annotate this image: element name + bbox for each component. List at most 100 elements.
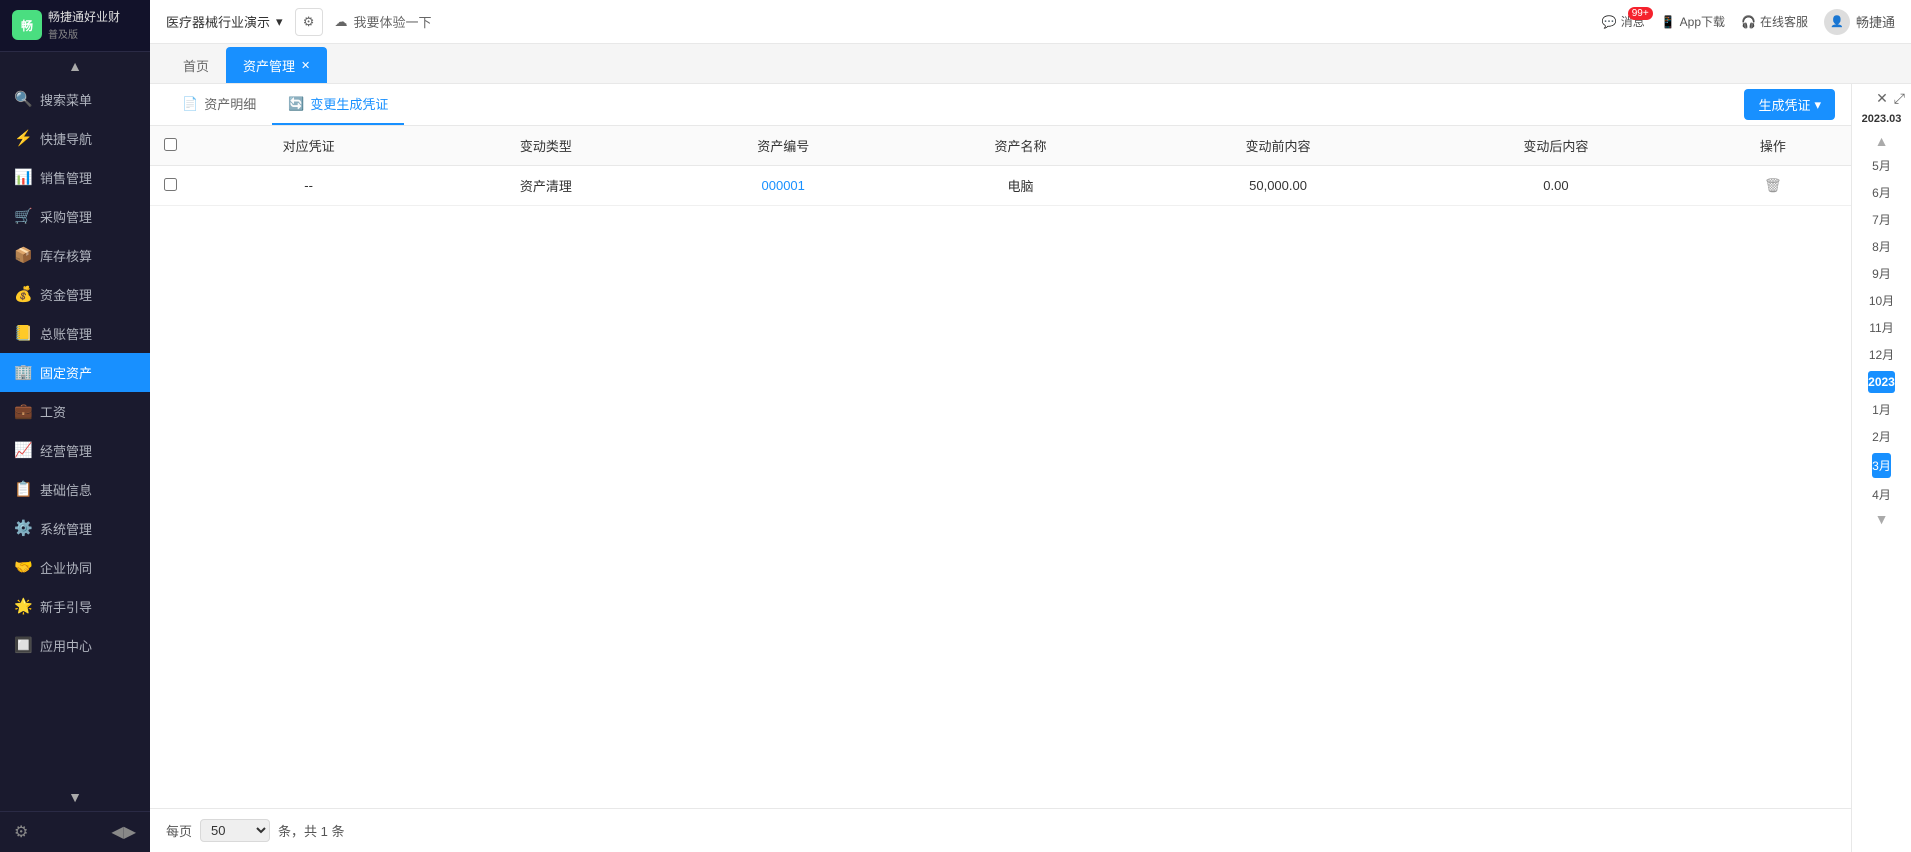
app-icon: 📱 <box>1661 15 1676 29</box>
row-checkbox-cell <box>150 166 190 206</box>
sidebar-item-salary[interactable]: 💼 工资 <box>0 392 150 431</box>
message-button[interactable]: 💬 消息 99+ <box>1602 13 1645 30</box>
fixed-assets-icon: 🏢 <box>14 363 32 381</box>
calendar-year: 2023.03 <box>1862 109 1902 129</box>
row-checkbox[interactable] <box>164 178 177 191</box>
inventory-icon: 📦 <box>14 246 32 264</box>
sub-tab-bar: 📄 资产明细 🔄 变更生成凭证 生成凭证 ▾ <box>150 84 1851 126</box>
month-9[interactable]: 9月 <box>1852 261 1911 286</box>
quicknav-icon: ⚡ <box>14 129 32 147</box>
cell-before-change: 50,000.00 <box>1139 166 1417 206</box>
sidebar: 畅 畅捷通好业财 普及版 ▲ 🔍 搜索菜单 ⚡ 快捷导航 📊 销售管理 🛒 采购… <box>0 0 150 852</box>
panel-expand-button[interactable]: ⤢ <box>1892 88 1907 109</box>
company-selector[interactable]: 医疗器械行业演示 ▾ <box>166 12 283 31</box>
change-voucher-icon: 🔄 <box>288 96 304 112</box>
company-name: 医疗器械行业演示 <box>166 12 270 31</box>
main-area: 医疗器械行业演示 ▾ ⚙ ☁ 我要体验一下 💬 消息 99+ 📱 App下载 🎧… <box>150 0 1911 852</box>
message-icon: 💬 <box>1602 15 1617 29</box>
sidebar-scroll-down[interactable]: ▼ <box>64 785 86 809</box>
generate-voucher-button[interactable]: 生成凭证 ▾ <box>1744 89 1835 120</box>
sidebar-item-purchase[interactable]: 🛒 采购管理 <box>0 197 150 236</box>
month-10[interactable]: 10月 <box>1852 288 1911 313</box>
enterprise-icon: 🤝 <box>14 558 32 576</box>
app-download-button[interactable]: 📱 App下载 <box>1661 13 1725 30</box>
user-menu[interactable]: 👤 畅捷通 <box>1824 9 1895 35</box>
sidebar-item-quicknav[interactable]: ⚡ 快捷导航 <box>0 119 150 158</box>
experience-button[interactable]: ☁ 我要体验一下 <box>335 12 432 31</box>
current-year-badge: 2023 <box>1868 371 1895 393</box>
apps-icon: 🔲 <box>14 636 32 654</box>
calendar-up-button[interactable]: ▲ <box>1871 129 1893 153</box>
calendar-months: 5月 6月 7月 8月 9月 10月 11月 12月 2023 1月 2月 3月… <box>1852 153 1911 507</box>
total-label: 条，共 1 条 <box>278 821 344 840</box>
col-asset-no: 资产编号 <box>665 126 902 166</box>
pagination-bar: 每页 10 20 50 100 条，共 1 条 <box>150 808 1851 852</box>
system-icon: ⚙️ <box>14 519 32 537</box>
month-5[interactable]: 5月 <box>1852 153 1911 178</box>
sub-tabs: 📄 资产明细 🔄 变更生成凭证 <box>166 84 404 125</box>
right-panel: ✕ ⤢ 2023.03 ▲ 5月 6月 7月 8月 9月 10月 11月 12月… <box>1851 84 1911 852</box>
sidebar-item-operations[interactable]: 📈 经营管理 <box>0 431 150 470</box>
sub-tab-asset-list[interactable]: 📄 资产明细 <box>166 84 272 125</box>
cell-operation: 🗑 <box>1695 166 1851 206</box>
settings-icon: ⚙ <box>303 14 315 30</box>
asset-table: 对应凭证 变动类型 资产编号 资产名称 <box>150 126 1851 206</box>
operations-icon: 📈 <box>14 441 32 459</box>
select-all-header <box>150 126 190 166</box>
per-page-select[interactable]: 10 20 50 100 <box>200 819 270 842</box>
month-12[interactable]: 12月 <box>1852 342 1911 367</box>
tab-home[interactable]: 首页 <box>166 47 226 83</box>
settings-button[interactable]: ⚙ <box>295 8 323 36</box>
sub-tab-change-voucher[interactable]: 🔄 变更生成凭证 <box>272 84 404 125</box>
cloud-icon: ☁ <box>335 14 348 30</box>
month-8[interactable]: 8月 <box>1852 234 1911 259</box>
col-before-change: 变动前内容 <box>1139 126 1417 166</box>
month-3-active[interactable]: 3月 <box>1872 453 1891 478</box>
month-2[interactable]: 2月 <box>1852 424 1911 449</box>
collapse-icon[interactable]: ◀▶ <box>111 822 136 842</box>
table-wrapper: 对应凭证 变动类型 资产编号 资产名称 <box>150 126 1851 808</box>
tab-close-icon[interactable]: ✕ <box>301 59 310 72</box>
sidebar-item-capital[interactable]: 💰 资金管理 <box>0 275 150 314</box>
month-1[interactable]: 1月 <box>1852 397 1911 422</box>
sidebar-item-ledger[interactable]: 📒 总账管理 <box>0 314 150 353</box>
month-4[interactable]: 4月 <box>1852 482 1911 507</box>
sidebar-item-basic-info[interactable]: 📋 基础信息 <box>0 470 150 509</box>
sidebar-bottom: ⚙ ◀▶ <box>0 811 150 852</box>
message-badge: 99+ <box>1628 7 1653 20</box>
cell-change-type: 资产清理 <box>427 166 664 206</box>
sidebar-item-system[interactable]: ⚙️ 系统管理 <box>0 509 150 548</box>
basic-info-icon: 📋 <box>14 480 32 498</box>
panel-close-button[interactable]: ✕ <box>1874 88 1890 109</box>
month-6[interactable]: 6月 <box>1852 180 1911 205</box>
col-voucher: 对应凭证 <box>190 126 427 166</box>
month-7[interactable]: 7月 <box>1852 207 1911 232</box>
col-after-change: 变动后内容 <box>1417 126 1695 166</box>
panel-header: ✕ ⤢ <box>1852 84 1911 109</box>
sidebar-item-sales[interactable]: 📊 销售管理 <box>0 158 150 197</box>
calendar-down-button[interactable]: ▼ <box>1871 507 1893 531</box>
company-dropdown-icon: ▾ <box>276 14 283 30</box>
sidebar-item-apps[interactable]: 🔲 应用中心 <box>0 626 150 665</box>
col-change-type: 变动类型 <box>427 126 664 166</box>
sidebar-scroll-up[interactable]: ▲ <box>64 54 86 78</box>
sidebar-item-inventory[interactable]: 📦 库存核算 <box>0 236 150 275</box>
sidebar-item-guide[interactable]: 🌟 新手引导 <box>0 587 150 626</box>
online-service-button[interactable]: 🎧 在线客服 <box>1741 13 1808 30</box>
col-operation: 操作 <box>1695 126 1851 166</box>
headset-icon: 🎧 <box>1741 15 1756 29</box>
delete-row-button[interactable]: 🗑 <box>1764 177 1782 194</box>
content-area: 📄 资产明细 🔄 变更生成凭证 生成凭证 ▾ <box>150 84 1851 852</box>
asset-list-icon: 📄 <box>182 96 198 112</box>
asset-no-link[interactable]: 000001 <box>762 178 805 193</box>
sales-icon: 📊 <box>14 168 32 186</box>
sidebar-item-search[interactable]: 🔍 搜索菜单 <box>0 80 150 119</box>
sidebar-item-fixed-assets[interactable]: 🏢 固定资产 <box>0 353 150 392</box>
per-page-label: 每页 <box>166 821 192 840</box>
cell-asset-no: 000001 <box>665 166 902 206</box>
sidebar-item-enterprise[interactable]: 🤝 企业协同 <box>0 548 150 587</box>
tab-asset-mgmt[interactable]: 资产管理 ✕ <box>226 47 327 83</box>
settings-bottom-icon[interactable]: ⚙ <box>14 822 28 842</box>
month-11[interactable]: 11月 <box>1852 315 1911 340</box>
select-all-checkbox[interactable] <box>164 138 177 151</box>
